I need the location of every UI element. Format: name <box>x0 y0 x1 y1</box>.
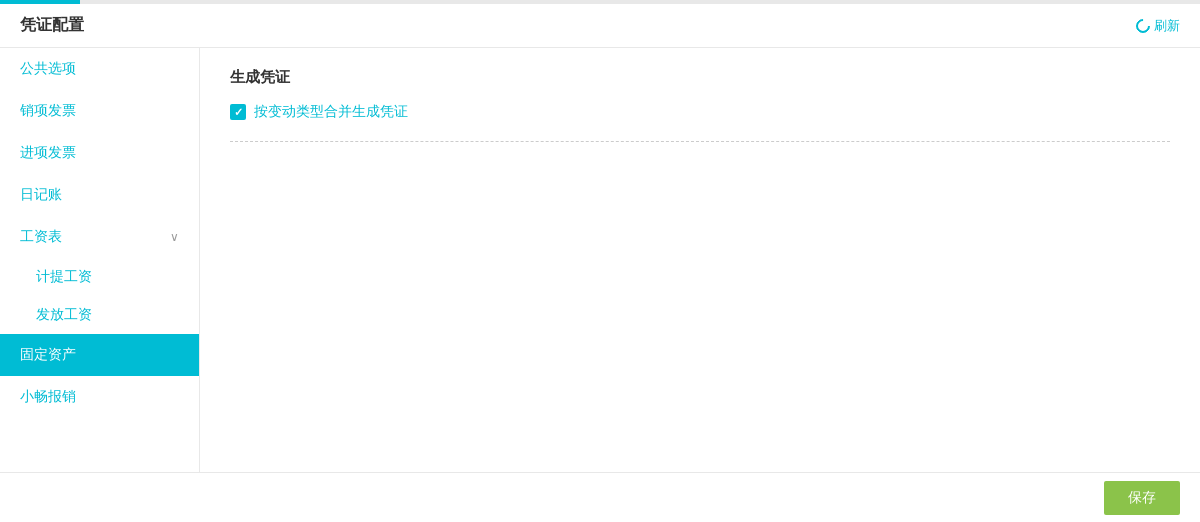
save-button[interactable]: 保存 <box>1104 481 1180 515</box>
merge-by-type-checkbox[interactable] <box>230 104 246 120</box>
sidebar-item-label: 销项发票 <box>20 102 76 120</box>
section-divider <box>230 141 1170 142</box>
header: 凭证配置 刷新 <box>0 4 1200 48</box>
sidebar-item-fixed-assets[interactable]: 固定资产 <box>0 334 199 376</box>
sidebar-item-label: 固定资产 <box>20 346 76 364</box>
sidebar-item-purchase-invoice[interactable]: 进项发票 <box>0 132 199 174</box>
refresh-button[interactable]: 刷新 <box>1136 17 1180 35</box>
page-title: 凭证配置 <box>20 15 84 36</box>
footer: 保存 <box>0 472 1200 522</box>
sidebar-item-label: 公共选项 <box>20 60 76 78</box>
sidebar-item-label: 工资表 <box>20 228 62 246</box>
sidebar-item-calc-salary[interactable]: 计提工资 <box>0 258 199 296</box>
sidebar-item-expense[interactable]: 小畅报销 <box>0 376 199 418</box>
sidebar-item-label: 进项发票 <box>20 144 76 162</box>
sidebar-item-label: 发放工资 <box>36 306 92 322</box>
refresh-label: 刷新 <box>1154 17 1180 35</box>
sidebar-item-pay-salary[interactable]: 发放工资 <box>0 296 199 334</box>
chevron-down-icon: ∨ <box>170 230 179 244</box>
sidebar-item-label: 日记账 <box>20 186 62 204</box>
top-tab-bar <box>0 0 1200 4</box>
top-tab-active-indicator <box>0 0 80 4</box>
sidebar-item-label: 小畅报销 <box>20 388 76 406</box>
sidebar-item-journal[interactable]: 日记账 <box>0 174 199 216</box>
sidebar-item-public-options[interactable]: 公共选项 <box>0 48 199 90</box>
sidebar-item-sales-invoice[interactable]: 销项发票 <box>0 90 199 132</box>
refresh-icon <box>1133 16 1153 36</box>
sidebar: 公共选项 销项发票 进项发票 日记账 工资表 ∨ 计提工资 发放工资 固定资 <box>0 48 200 472</box>
sidebar-item-label: 计提工资 <box>36 268 92 284</box>
checkbox-label: 按变动类型合并生成凭证 <box>254 103 408 121</box>
body: 公共选项 销项发票 进项发票 日记账 工资表 ∨ 计提工资 发放工资 固定资 <box>0 48 1200 472</box>
section-title: 生成凭证 <box>230 68 1170 87</box>
checkbox-row: 按变动类型合并生成凭证 <box>230 103 1170 121</box>
main-content: 生成凭证 按变动类型合并生成凭证 <box>200 48 1200 472</box>
sidebar-item-payroll[interactable]: 工资表 ∨ <box>0 216 199 258</box>
